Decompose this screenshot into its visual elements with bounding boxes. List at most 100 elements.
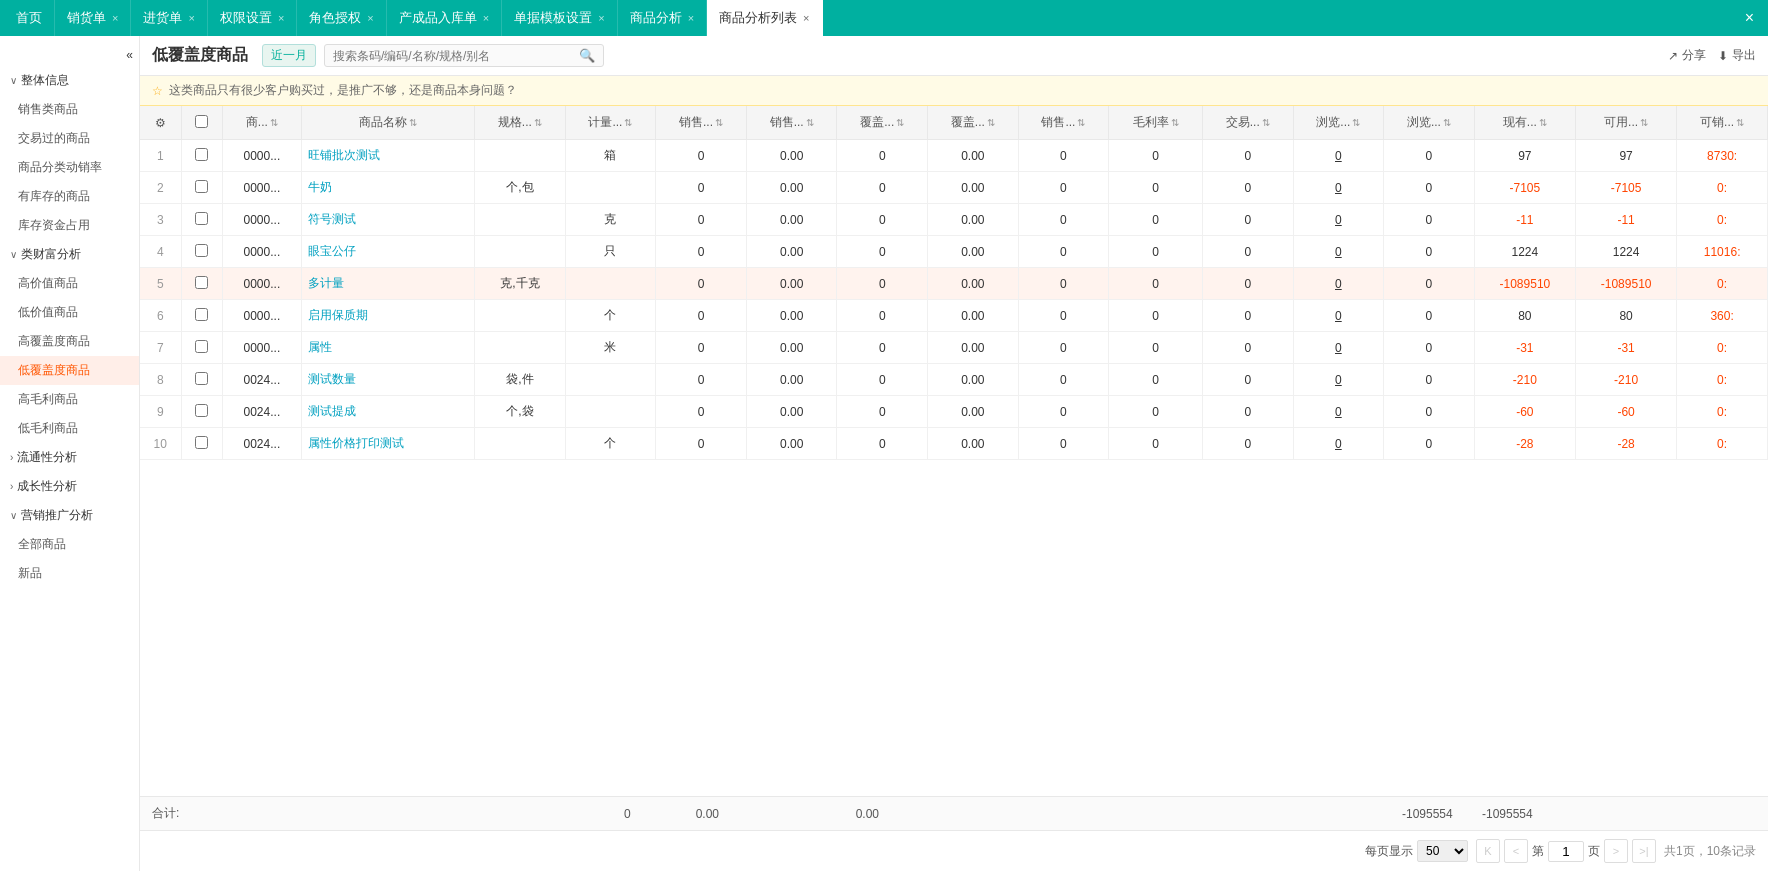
row-checkbox[interactable] [195,372,208,385]
row-name[interactable]: 多计量 [301,268,474,300]
row-browse1[interactable]: 0 [1293,300,1384,332]
row-checkbox[interactable] [195,276,208,289]
sidebar-item-low-coverage[interactable]: 低覆盖度商品 [0,356,139,385]
close-icon[interactable]: × [367,12,373,24]
page-number-input[interactable] [1548,841,1584,862]
checkbox-column-header[interactable] [181,106,222,140]
last-page-button[interactable]: >| [1632,839,1656,863]
col-trade[interactable]: 交易...⇅ [1202,106,1293,140]
sidebar-item-high-margin[interactable]: 高毛利商品 [0,385,139,414]
row-browse1[interactable]: 0 [1293,396,1384,428]
row-checkbox[interactable] [195,308,208,321]
nav-product-analysis[interactable]: 商品分析 × [618,0,707,36]
nav-permission-settings[interactable]: 权限设置 × [208,0,297,36]
row-checkbox[interactable] [195,340,208,353]
row-browse1[interactable]: 0 [1293,204,1384,236]
row-name[interactable]: 测试提成 [301,396,474,428]
row-browse1[interactable]: 0 [1293,140,1384,172]
sidebar-item-sales-goods[interactable]: 销售类商品 [0,95,139,124]
row-checkbox[interactable] [195,180,208,193]
sidebar-section-growth[interactable]: › 成长性分析 [0,472,139,501]
nav-sales-order[interactable]: 销货单 × [55,0,131,36]
row-checkbox[interactable] [195,148,208,161]
nav-home[interactable]: 首页 [4,0,55,36]
sidebar-section-overall[interactable]: ∨ 整体信息 [0,66,139,95]
col-browse1[interactable]: 浏览...⇅ [1293,106,1384,140]
col-cover2[interactable]: 覆盖...⇅ [928,106,1019,140]
nav-product-warehouse[interactable]: 产成品入库单 × [387,0,502,36]
sidebar-item-capital-occupation[interactable]: 库存资金占用 [0,211,139,240]
sidebar-item-high-coverage[interactable]: 高覆盖度商品 [0,327,139,356]
row-name[interactable]: 旺铺批次测试 [301,140,474,172]
export-button[interactable]: ⬇ 导出 [1718,47,1756,64]
close-icon[interactable]: × [483,12,489,24]
nav-product-analysis-list[interactable]: 商品分析列表 × [707,0,822,36]
sidebar-item-traded-goods[interactable]: 交易过的商品 [0,124,139,153]
sidebar-section-marketing[interactable]: ∨ 营销推广分析 [0,501,139,530]
close-icon[interactable]: × [188,12,194,24]
sidebar-item-all-goods[interactable]: 全部商品 [0,530,139,559]
sidebar-item-stocked-goods[interactable]: 有库存的商品 [0,182,139,211]
close-icon[interactable]: × [278,12,284,24]
col-spec[interactable]: 规格...⇅ [475,106,566,140]
row-checkbox[interactable] [195,212,208,225]
close-icon[interactable]: × [688,12,694,24]
row-browse1[interactable]: 0 [1293,268,1384,300]
col-sales3[interactable]: 销售...⇅ [1018,106,1109,140]
row-checkbox[interactable] [195,404,208,417]
sidebar-item-high-value[interactable]: 高价值商品 [0,269,139,298]
row-checkbox[interactable] [195,436,208,449]
sidebar-section-circulation[interactable]: › 流通性分析 [0,443,139,472]
nav-role-auth[interactable]: 角色授权 × [297,0,386,36]
row-browse1[interactable]: 0 [1293,236,1384,268]
search-input[interactable] [333,49,579,63]
next-page-button[interactable]: > [1604,839,1628,863]
row-browse1[interactable]: 0 [1293,428,1384,460]
row-checkbox[interactable] [195,244,208,257]
per-page-select[interactable]: 50 10 20 100 [1417,840,1468,862]
col-stock1[interactable]: 现有...⇅ [1474,106,1575,140]
row-code: 0024... [222,396,301,428]
first-page-button[interactable]: K [1476,839,1500,863]
row-name[interactable]: 启用保质期 [301,300,474,332]
col-stock2[interactable]: 可用...⇅ [1576,106,1677,140]
row-name[interactable]: 属性 [301,332,474,364]
row-name[interactable]: 属性价格打印测试 [301,428,474,460]
col-stock3[interactable]: 可销...⇅ [1677,106,1768,140]
row-browse1[interactable]: 0 [1293,332,1384,364]
col-margin[interactable]: 毛利率⇅ [1109,106,1203,140]
close-all-tabs[interactable]: × [1735,9,1764,27]
sidebar-item-category-rate[interactable]: 商品分类动销率 [0,153,139,182]
close-icon[interactable]: × [803,12,809,24]
col-code[interactable]: 商...⇅ [222,106,301,140]
row-browse1[interactable]: 0 [1293,364,1384,396]
sidebar-item-low-value[interactable]: 低价值商品 [0,298,139,327]
col-browse2[interactable]: 浏览...⇅ [1384,106,1475,140]
settings-column-header[interactable]: ⚙ [140,106,181,140]
row-name[interactable]: 测试数量 [301,364,474,396]
col-unit[interactable]: 计量...⇅ [565,106,656,140]
row-margin: 0 [1109,332,1203,364]
row-stock3: 8730: [1677,140,1768,172]
row-browse1[interactable]: 0 [1293,172,1384,204]
date-filter-tag[interactable]: 近一月 [262,44,316,67]
sidebar-section-wealth[interactable]: ∨ 类财富分析 [0,240,139,269]
close-icon[interactable]: × [112,12,118,24]
col-sales1[interactable]: 销售...⇅ [656,106,747,140]
select-all-checkbox[interactable] [195,115,208,128]
col-sales2[interactable]: 销售...⇅ [746,106,837,140]
nav-purchase-order[interactable]: 进货单 × [131,0,207,36]
prev-page-button[interactable]: < [1504,839,1528,863]
sidebar-item-new-goods[interactable]: 新品 [0,559,139,588]
search-icon[interactable]: 🔍 [579,48,595,63]
row-name[interactable]: 符号测试 [301,204,474,236]
row-name[interactable]: 牛奶 [301,172,474,204]
row-name[interactable]: 眼宝公仔 [301,236,474,268]
close-icon[interactable]: × [598,12,604,24]
share-button[interactable]: ↗ 分享 [1668,47,1706,64]
col-name[interactable]: 商品名称⇅ [301,106,474,140]
col-cover1[interactable]: 覆盖...⇅ [837,106,928,140]
sidebar-item-low-margin[interactable]: 低毛利商品 [0,414,139,443]
nav-template-settings[interactable]: 单据模板设置 × [502,0,617,36]
sidebar-collapse-button[interactable]: « [0,44,139,66]
